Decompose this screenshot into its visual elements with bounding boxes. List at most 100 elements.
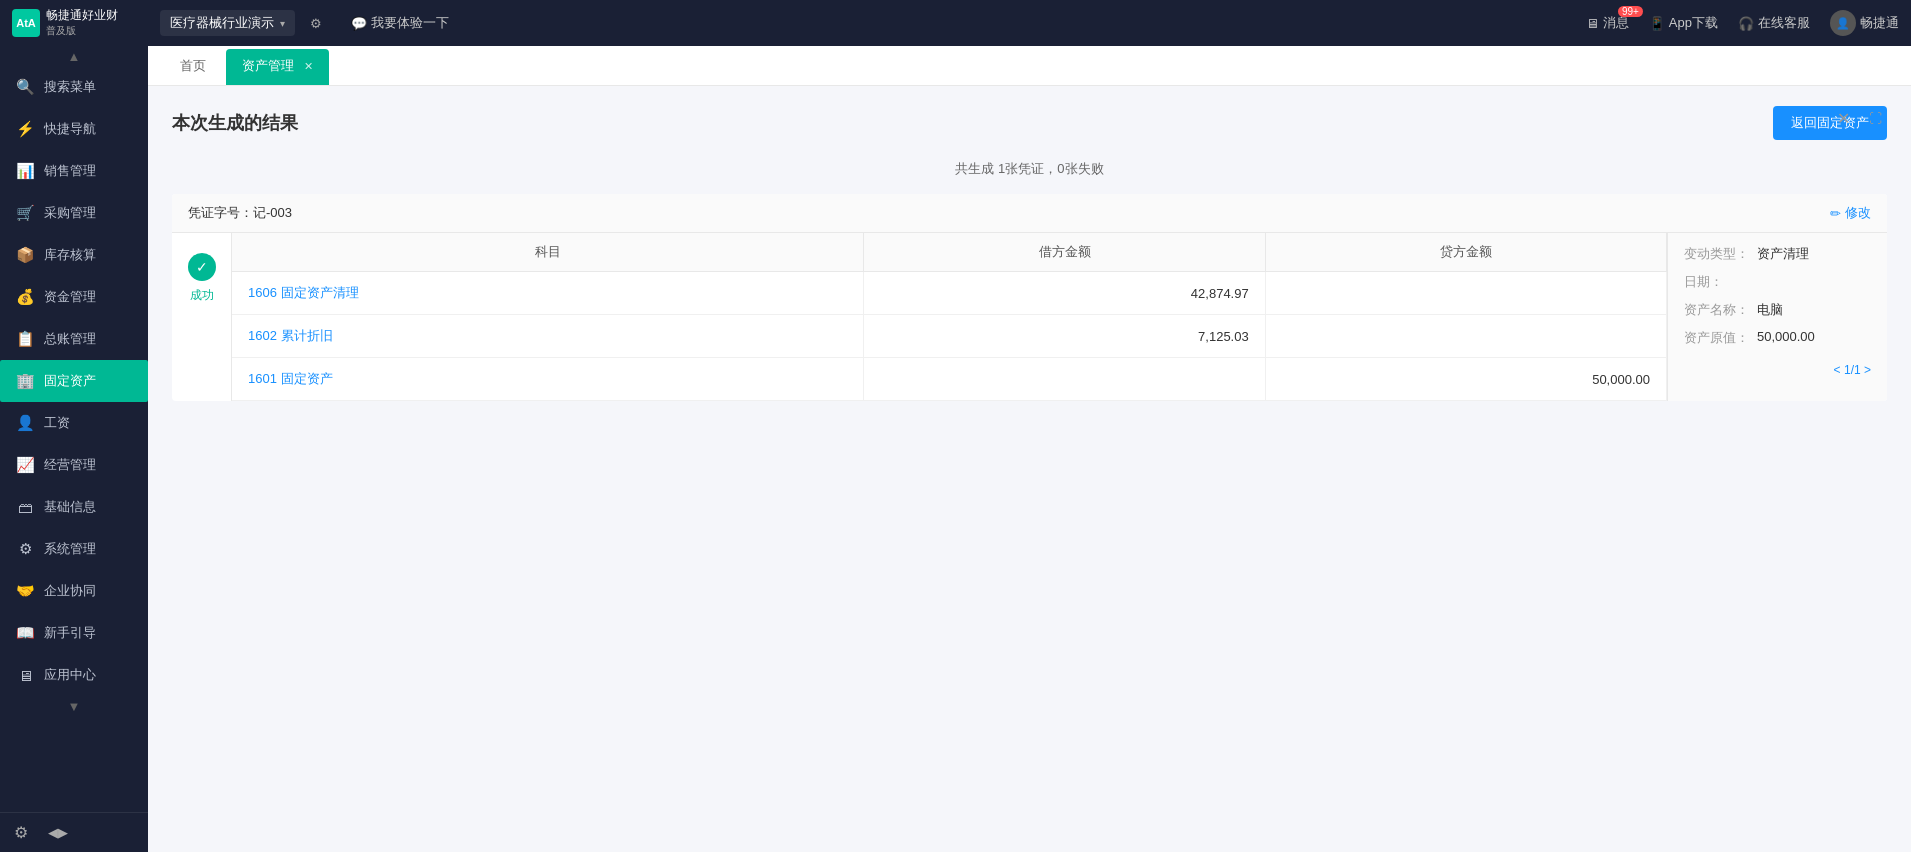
asset-name-label: 资产名称：	[1684, 301, 1749, 319]
content-area: 首页 资产管理 ✕ ✕ ⛶ 本次生成的结果 返回固定资产 共生成 1张凭证，0张…	[148, 46, 1911, 852]
col-subject: 科目	[232, 233, 864, 272]
sidebar-item-cooperation[interactable]: 🤝 企业协同	[0, 570, 148, 612]
avatar: 👤	[1830, 10, 1856, 36]
sidebar-item-basic-info[interactable]: 🗃 基础信息	[0, 486, 148, 528]
edit-icon: ✏	[1830, 206, 1841, 221]
customer-service-button[interactable]: 🎧 在线客服	[1738, 14, 1810, 32]
tab-home[interactable]: 首页	[164, 49, 222, 85]
settings-icon[interactable]: ⚙	[301, 8, 331, 38]
sidebar-item-fixed-assets[interactable]: 🏢 固定资产	[0, 360, 148, 402]
headset-icon: 🎧	[1738, 16, 1754, 31]
sidebar-item-label: 固定资产	[44, 372, 96, 390]
edit-label: 修改	[1845, 204, 1871, 222]
sidebar-item-label: 资金管理	[44, 288, 96, 306]
inventory-icon: 📦	[16, 246, 34, 264]
row-debit	[864, 358, 1265, 401]
page-content: ✕ ⛶ 本次生成的结果 返回固定资产 共生成 1张凭证，0张失败 凭证字号：记-…	[148, 86, 1911, 852]
voucher-edit-button[interactable]: ✏ 修改	[1830, 204, 1871, 222]
original-value-value: 50,000.00	[1757, 329, 1815, 347]
next-page-icon[interactable]: >	[1864, 363, 1871, 377]
sidebar-item-system[interactable]: ⚙ 系统管理	[0, 528, 148, 570]
prev-page-icon[interactable]: <	[1834, 363, 1841, 377]
sidebar-item-operations[interactable]: 📈 经营管理	[0, 444, 148, 486]
sales-icon: 📊	[16, 162, 34, 180]
purchase-icon: 🛒	[16, 204, 34, 222]
page-title: 本次生成的结果	[172, 111, 298, 135]
operations-icon: 📈	[16, 456, 34, 474]
side-panel-asset-name: 资产名称： 电脑	[1684, 301, 1871, 319]
summary-text: 共生成 1张凭证，0张失败	[172, 160, 1887, 178]
asset-name-value: 电脑	[1757, 301, 1783, 319]
sidebar-item-label: 总账管理	[44, 330, 96, 348]
sidebar-item-search[interactable]: 🔍 搜索菜单	[0, 66, 148, 108]
sidebar-item-label: 基础信息	[44, 498, 96, 516]
sidebar-item-app-center[interactable]: 🖥 应用中心	[0, 654, 148, 696]
row-credit	[1265, 315, 1666, 358]
sidebar-item-guide[interactable]: 📖 新手引导	[0, 612, 148, 654]
sidebar-item-sales[interactable]: 📊 销售管理	[0, 150, 148, 192]
sidebar-item-label: 系统管理	[44, 540, 96, 558]
trial-button[interactable]: 💬 我要体验一下	[351, 14, 449, 32]
topbar: AtA 畅捷通好业财 普及版 医疗器械行业演示 ▾ ⚙ 💬 我要体验一下 🖥 消…	[0, 0, 1911, 46]
tab-close-icon[interactable]: ✕	[304, 60, 313, 72]
expand-panel-icon[interactable]: ⛶	[1863, 106, 1887, 130]
table-row: 1602 累计折旧 7,125.03	[232, 315, 1667, 358]
table-row: 1601 固定资产 50,000.00	[232, 358, 1667, 401]
sidebar-item-inventory[interactable]: 📦 库存核算	[0, 234, 148, 276]
voucher-status: ✓ 成功	[172, 233, 232, 401]
system-icon: ⚙	[16, 540, 34, 558]
app-center-icon: 🖥	[16, 666, 34, 684]
panel-controls: ✕ ⛶	[1831, 106, 1887, 130]
sidebar-item-purchase[interactable]: 🛒 采购管理	[0, 192, 148, 234]
trial-label: 我要体验一下	[371, 14, 449, 32]
voucher-card: 凭证字号：记-003 ✏ 修改 ✓ 成功	[172, 194, 1887, 401]
sidebar-item-quicknav[interactable]: ⚡ 快捷导航	[0, 108, 148, 150]
finance-icon: 💰	[16, 288, 34, 306]
change-type-value: 资产清理	[1757, 245, 1809, 263]
basic-info-icon: 🗃	[16, 498, 34, 516]
sidebar-item-label: 库存核算	[44, 246, 96, 264]
row-subject: 1601 固定资产	[232, 358, 864, 401]
change-type-label: 变动类型：	[1684, 245, 1749, 263]
col-debit: 借方金额	[864, 233, 1265, 272]
row-subject: 1602 累计折旧	[232, 315, 864, 358]
app-download-label: App下载	[1669, 14, 1718, 32]
voucher-table: 科目 借方金额 贷方金额 1606 固定资产清理 42,874.97	[232, 233, 1667, 401]
sidebar-item-ledger[interactable]: 📋 总账管理	[0, 318, 148, 360]
message-icon: 🖥	[1586, 16, 1599, 31]
settings-bottom-icon[interactable]: ⚙	[14, 823, 28, 842]
row-credit: 50,000.00	[1265, 358, 1666, 401]
search-icon: 🔍	[16, 78, 34, 96]
voucher-header: 凭证字号：记-003 ✏ 修改	[172, 194, 1887, 233]
app-version: 普及版	[46, 24, 118, 38]
chat-icon: 💬	[351, 16, 367, 31]
tab-home-label: 首页	[180, 58, 206, 73]
side-panel-date: 日期：	[1684, 273, 1871, 291]
sidebar: ▲ 🔍 搜索菜单 ⚡ 快捷导航 📊 销售管理 🛒 采购管理 📦 库存核算 💰 资…	[0, 46, 148, 852]
side-panel-original-value: 资产原值： 50,000.00	[1684, 329, 1871, 347]
customer-service-label: 在线客服	[1758, 14, 1810, 32]
user-name: 畅捷通	[1860, 14, 1899, 32]
user-menu[interactable]: 👤 畅捷通	[1830, 10, 1899, 36]
sidebar-item-label: 新手引导	[44, 624, 96, 642]
guide-icon: 📖	[16, 624, 34, 642]
sidebar-toggle-icon[interactable]: ◀▶	[48, 825, 68, 840]
messages-button[interactable]: 🖥 消息 99+	[1586, 14, 1629, 32]
success-icon: ✓	[188, 253, 216, 281]
close-panel-icon[interactable]: ✕	[1831, 106, 1855, 130]
company-selector[interactable]: 医疗器械行业演示 ▾	[160, 10, 295, 36]
tab-assets[interactable]: 资产管理 ✕	[226, 49, 329, 85]
table-row: 1606 固定资产清理 42,874.97	[232, 272, 1667, 315]
app-download-button[interactable]: 📱 App下载	[1649, 14, 1718, 32]
sidebar-item-label: 经营管理	[44, 456, 96, 474]
sidebar-item-finance[interactable]: 💰 资金管理	[0, 276, 148, 318]
sidebar-scroll-down[interactable]: ▼	[0, 696, 148, 716]
sidebar-item-salary[interactable]: 👤 工资	[0, 402, 148, 444]
sidebar-item-label: 工资	[44, 414, 70, 432]
sidebar-bottom: ⚙ ◀▶	[0, 812, 148, 852]
download-icon: 📱	[1649, 16, 1665, 31]
app-name: 畅捷通好业财	[46, 8, 118, 24]
sidebar-scroll-up[interactable]: ▲	[0, 46, 148, 66]
company-name: 医疗器械行业演示	[170, 14, 274, 32]
voucher-number: 凭证字号：记-003	[188, 204, 292, 222]
